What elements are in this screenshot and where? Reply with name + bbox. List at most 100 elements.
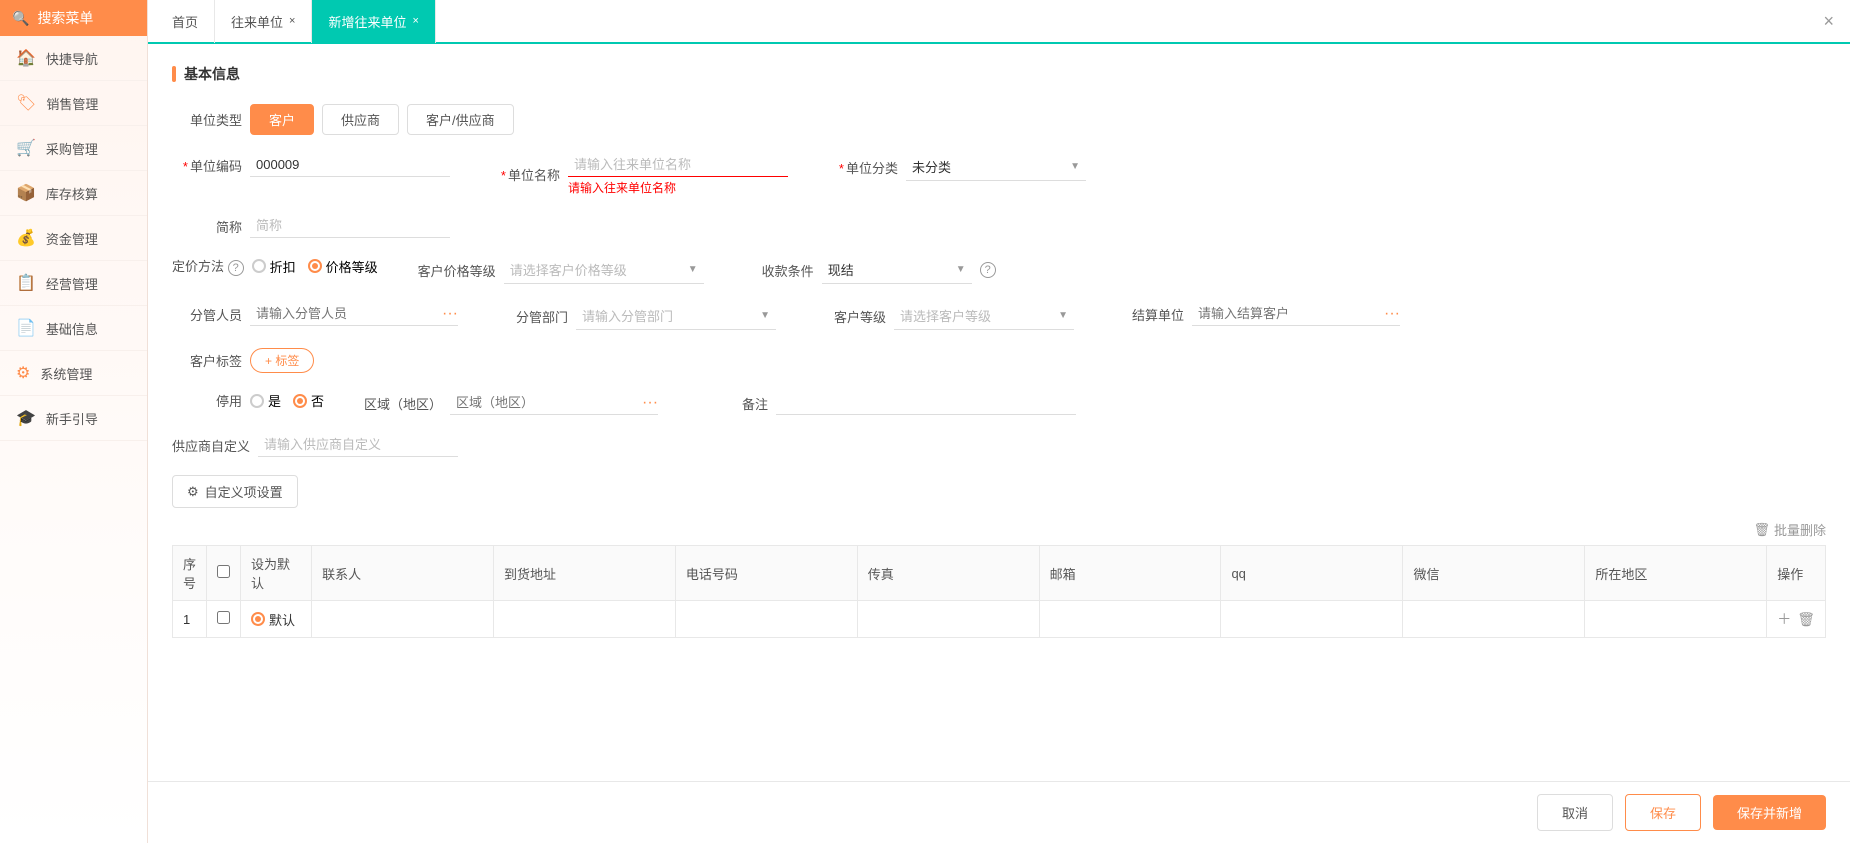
settle-unit-input[interactable] bbox=[1192, 302, 1380, 325]
row-contact[interactable] bbox=[312, 601, 494, 638]
manager-input[interactable] bbox=[250, 302, 438, 325]
batch-delete-area[interactable]: 🗑 批量删除 bbox=[172, 520, 1826, 539]
supplier-custom-input[interactable] bbox=[258, 433, 458, 457]
pricing-discount-option[interactable]: 折扣 bbox=[252, 257, 296, 276]
short-name-row: 简称 bbox=[172, 214, 1826, 238]
disable-no-radio bbox=[293, 394, 307, 408]
remark-input[interactable] bbox=[776, 391, 1076, 415]
row-fax-input[interactable] bbox=[868, 612, 1029, 627]
col-wechat: 微信 bbox=[1403, 546, 1585, 601]
content-area: 基本信息 单位类型 客户 供应商 客户/供应商 单位编码 单位名称 bbox=[148, 44, 1850, 781]
row-address[interactable] bbox=[493, 601, 675, 638]
unit-name-label: 单位名称 bbox=[490, 165, 560, 184]
settle-unit-more-btn[interactable]: ··· bbox=[1384, 305, 1400, 323]
payment-terms-help[interactable]: ? bbox=[980, 262, 996, 278]
select-all-checkbox[interactable] bbox=[217, 565, 230, 578]
tab-new-partner-close[interactable]: × bbox=[412, 15, 418, 27]
finance-icon: 💰 bbox=[16, 228, 36, 248]
row-wechat[interactable] bbox=[1403, 601, 1585, 638]
delete-row-icon[interactable]: 🗑 bbox=[1797, 611, 1815, 628]
sidebar-item-finance[interactable]: 💰 资金管理 bbox=[0, 216, 147, 261]
sidebar-item-guide[interactable]: 🎓 新手引导 bbox=[0, 396, 147, 441]
custom-settings-button[interactable]: ⚙ 自定义项设置 bbox=[172, 475, 298, 508]
unit-type-label: 单位类型 bbox=[172, 110, 242, 129]
row-contact-input[interactable] bbox=[322, 612, 483, 627]
main-area: 首页 往来单位 × 新增往来单位 × × 基本信息 单位类型 客户 供应商 bbox=[148, 0, 1850, 843]
close-all-tabs[interactable]: × bbox=[1815, 11, 1842, 32]
customer-level-select[interactable]: 请选择客户等级 ▼ bbox=[894, 302, 1074, 330]
disable-label: 停用 bbox=[172, 391, 242, 410]
unit-btn-customer[interactable]: 客户 bbox=[250, 104, 314, 135]
unit-code-field: 单位编码 bbox=[172, 153, 450, 177]
pricing-method-field: 定价方法 ? 折扣 价格等级 bbox=[172, 256, 378, 276]
sidebar-item-basic-info[interactable]: 📄 基础信息 bbox=[0, 306, 147, 351]
sidebar-item-sales[interactable]: 🏷 销售管理 bbox=[0, 81, 147, 126]
tab-partners-close[interactable]: × bbox=[289, 15, 295, 27]
region-input[interactable] bbox=[450, 391, 638, 414]
dept-select[interactable]: 请输入分管部门 ▼ bbox=[576, 302, 776, 330]
add-row-icon[interactable]: ＋ bbox=[1777, 609, 1791, 629]
row-address-input[interactable] bbox=[504, 612, 665, 627]
cancel-button[interactable]: 取消 bbox=[1537, 794, 1613, 831]
pricing-method-label: 定价方法 ? bbox=[172, 256, 244, 276]
manager-more-btn[interactable]: ··· bbox=[442, 305, 458, 323]
tag-row: 客户标签 + 标签 bbox=[172, 348, 1826, 373]
tab-partners[interactable]: 往来单位 × bbox=[215, 0, 312, 43]
row-phone-input[interactable] bbox=[686, 612, 847, 627]
row-phone[interactable] bbox=[675, 601, 857, 638]
sidebar-item-inventory[interactable]: 📦 库存核算 bbox=[0, 171, 147, 216]
row-fax[interactable] bbox=[857, 601, 1039, 638]
pricing-radio-group: 折扣 价格等级 bbox=[252, 257, 378, 276]
unit-code-input[interactable] bbox=[250, 153, 450, 177]
region-field: 区域（地区） ··· bbox=[364, 391, 658, 415]
operations-icon: 📋 bbox=[16, 273, 36, 293]
pricing-help-icon[interactable]: ? bbox=[228, 260, 244, 276]
unit-name-error: 请输入往来单位名称 bbox=[568, 179, 788, 196]
sidebar-item-system[interactable]: ⚙ 系统管理 bbox=[0, 351, 147, 396]
row-default-radio-item[interactable]: 默认 bbox=[251, 610, 301, 629]
unit-code-label: 单位编码 bbox=[172, 156, 242, 175]
short-name-label: 简称 bbox=[172, 217, 242, 236]
col-action: 操作 bbox=[1767, 546, 1826, 601]
row-region-input[interactable] bbox=[1595, 612, 1756, 627]
unit-type-group: 客户 供应商 客户/供应商 bbox=[250, 104, 514, 135]
row-email[interactable] bbox=[1039, 601, 1221, 638]
search-menu[interactable]: 🔍 搜索菜单 bbox=[0, 0, 147, 36]
tab-new-partner[interactable]: 新增往来单位 × bbox=[312, 0, 435, 43]
row-action: ＋ 🗑 bbox=[1767, 601, 1826, 638]
payment-terms-select[interactable]: 现结 ▼ bbox=[822, 256, 972, 284]
system-icon: ⚙ bbox=[16, 363, 30, 383]
sidebar-item-operations[interactable]: 📋 经营管理 bbox=[0, 261, 147, 306]
unit-btn-both[interactable]: 客户/供应商 bbox=[407, 104, 514, 135]
disable-yes-option[interactable]: 是 bbox=[250, 391, 281, 410]
sidebar-item-nav[interactable]: 🏠 快捷导航 bbox=[0, 36, 147, 81]
row-qq-input[interactable] bbox=[1231, 612, 1392, 627]
add-tag-button[interactable]: + 标签 bbox=[250, 348, 314, 373]
pricing-discount-radio bbox=[252, 259, 266, 273]
section-bar-icon bbox=[172, 66, 176, 82]
row-email-input[interactable] bbox=[1050, 612, 1211, 627]
col-region: 所在地区 bbox=[1585, 546, 1767, 601]
settle-unit-input-wrap: ··· bbox=[1192, 302, 1400, 326]
row-wechat-input[interactable] bbox=[1413, 612, 1574, 627]
save-new-button[interactable]: 保存并新增 bbox=[1713, 795, 1826, 830]
save-button[interactable]: 保存 bbox=[1625, 794, 1701, 831]
short-name-input[interactable] bbox=[250, 214, 450, 238]
pricing-level-radio bbox=[308, 259, 322, 273]
sidebar-item-purchase[interactable]: 🛒 采购管理 bbox=[0, 126, 147, 171]
payment-terms-arrow: ▼ bbox=[956, 264, 966, 275]
supplier-custom-field: 供应商自定义 bbox=[172, 433, 1826, 457]
unit-btn-supplier[interactable]: 供应商 bbox=[322, 104, 399, 135]
unit-name-input[interactable] bbox=[568, 153, 788, 177]
row-qq[interactable] bbox=[1221, 601, 1403, 638]
pricing-level-option[interactable]: 价格等级 bbox=[308, 257, 378, 276]
tab-home[interactable]: 首页 bbox=[156, 0, 215, 43]
remark-label: 备注 bbox=[698, 394, 768, 413]
region-more-btn[interactable]: ··· bbox=[642, 394, 658, 412]
customer-price-select[interactable]: 请选择客户价格等级 ▼ bbox=[504, 256, 704, 284]
tag-field: 客户标签 + 标签 bbox=[172, 348, 1826, 373]
row-region[interactable] bbox=[1585, 601, 1767, 638]
disable-no-option[interactable]: 否 bbox=[293, 391, 324, 410]
unit-category-select[interactable]: 未分类 ▼ bbox=[906, 153, 1086, 181]
row-checkbox[interactable] bbox=[217, 611, 230, 624]
